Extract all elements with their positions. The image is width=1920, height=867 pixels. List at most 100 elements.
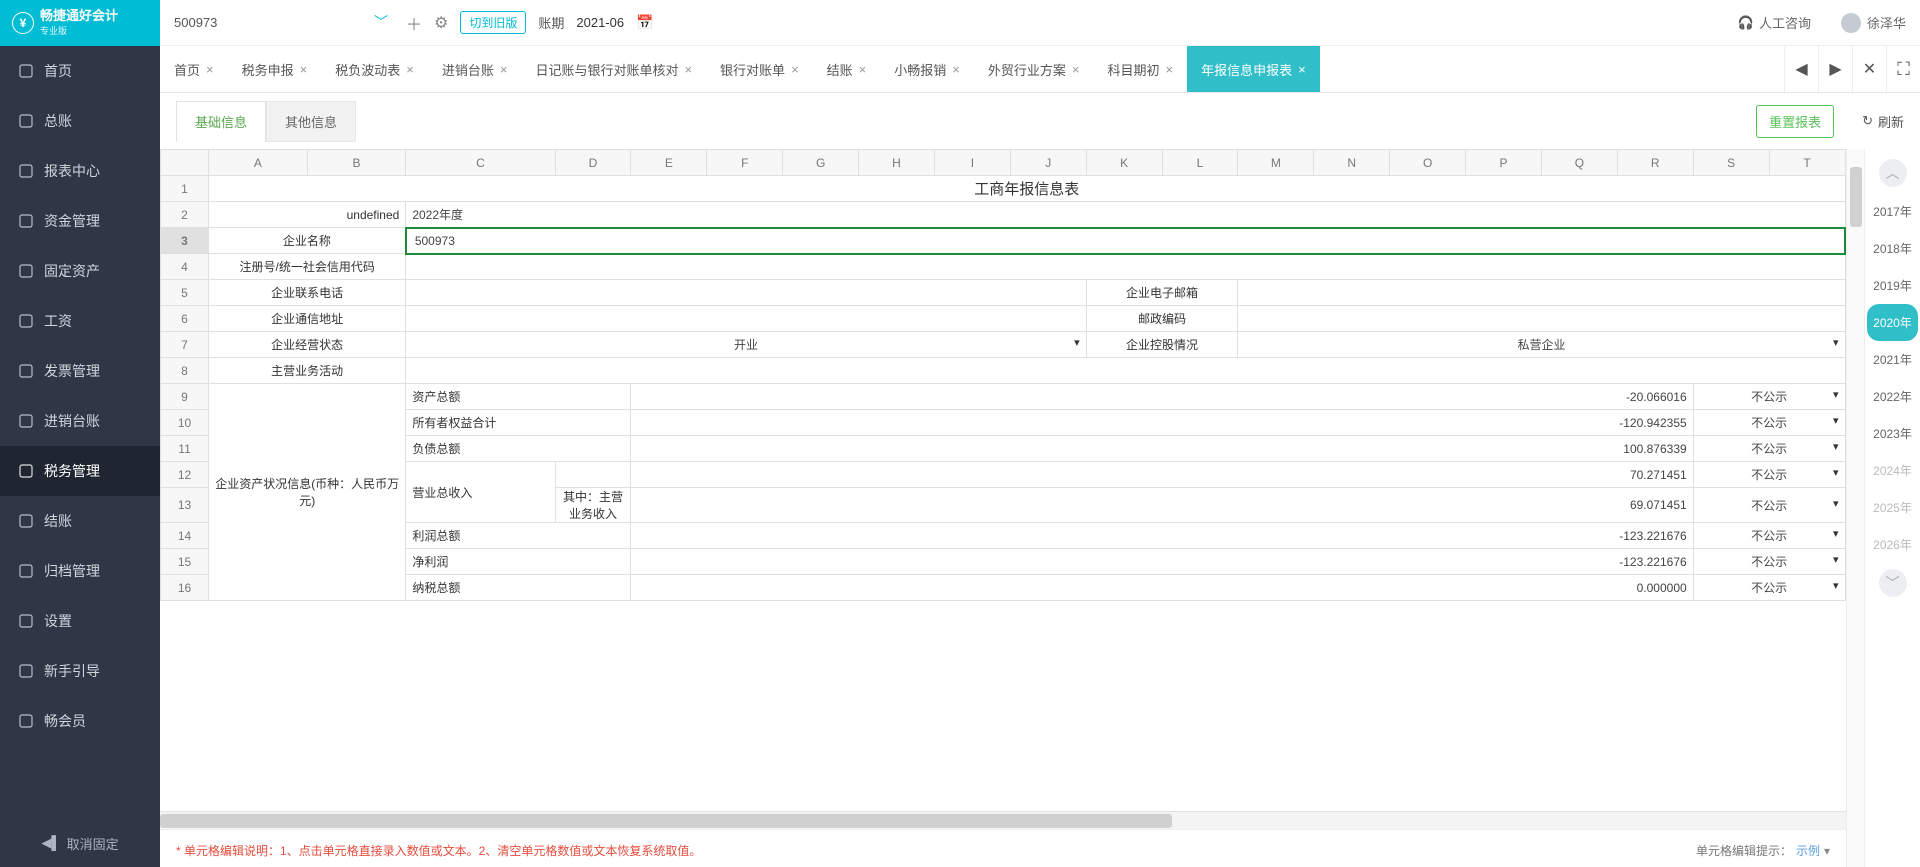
year-2019年[interactable]: 2019年	[1867, 267, 1918, 304]
col-A[interactable]: A	[209, 150, 308, 176]
tabs-next[interactable]: ▶	[1818, 46, 1852, 92]
col-Q[interactable]: Q	[1541, 150, 1617, 176]
year-2018年[interactable]: 2018年	[1867, 230, 1918, 267]
col-I[interactable]: I	[934, 150, 1010, 176]
sidebar-item-close[interactable]: 结账	[0, 496, 160, 546]
sidebar-item-archive[interactable]: 归档管理	[0, 546, 160, 596]
row-3[interactable]: 3	[161, 228, 209, 254]
status-select[interactable]: 开业	[406, 332, 1086, 358]
row-5[interactable]: 5	[161, 280, 209, 306]
row-15[interactable]: 15	[161, 549, 209, 575]
col-S[interactable]: S	[1693, 150, 1769, 176]
corner-cell[interactable]	[161, 150, 209, 176]
subtab-other[interactable]: 其他信息	[266, 101, 356, 142]
support-link[interactable]: 🎧 人工咨询	[1738, 13, 1811, 32]
tab-小畅报销[interactable]: 小畅报销×	[880, 46, 974, 92]
row-4[interactable]: 4	[161, 254, 209, 280]
unpin-button[interactable]: ◀▌ 取消固定	[0, 819, 160, 867]
sidebar-item-ledger[interactable]: 总账	[0, 96, 160, 146]
row-7[interactable]: 7	[161, 332, 209, 358]
company-select[interactable]: 500973 ﹀	[174, 12, 394, 33]
row-11[interactable]: 11	[161, 436, 209, 462]
tab-close[interactable]: ×	[300, 62, 308, 77]
sidebar-item-guide[interactable]: 新手引导	[0, 646, 160, 696]
col-P[interactable]: P	[1466, 150, 1542, 176]
col-R[interactable]: R	[1617, 150, 1693, 176]
row-10[interactable]: 10	[161, 410, 209, 436]
sidebar-item-psi[interactable]: 进销台账	[0, 396, 160, 446]
tab-银行对账单[interactable]: 银行对账单×	[706, 46, 813, 92]
sidebar-item-setting[interactable]: 设置	[0, 596, 160, 646]
sidebar-item-salary[interactable]: 工资	[0, 296, 160, 346]
subtab-basic[interactable]: 基础信息	[176, 101, 266, 142]
tab-外贸行业方案[interactable]: 外贸行业方案×	[974, 46, 1094, 92]
tab-税负波动表[interactable]: 税负波动表×	[321, 46, 428, 92]
year-2021年[interactable]: 2021年	[1867, 341, 1918, 378]
year-2026年[interactable]: 2026年	[1867, 526, 1918, 563]
example-link[interactable]: 示例	[1796, 842, 1820, 859]
gear-icon[interactable]: ⚙	[434, 13, 448, 33]
row-13[interactable]: 13	[161, 488, 209, 523]
tabs-prev[interactable]: ◀	[1784, 46, 1818, 92]
holding-select[interactable]: 私营企业	[1238, 332, 1845, 358]
year-2024年[interactable]: 2024年	[1867, 452, 1918, 489]
sidebar-item-tax[interactable]: 税务管理	[0, 446, 160, 496]
tab-进销台账[interactable]: 进销台账×	[428, 46, 522, 92]
sidebar-item-vip[interactable]: 畅会员	[0, 696, 160, 746]
sidebar-item-asset[interactable]: 固定资产	[0, 246, 160, 296]
fullscreen-icon[interactable]: ⛶	[1886, 46, 1920, 92]
col-H[interactable]: H	[859, 150, 935, 176]
tab-close[interactable]: ×	[1166, 62, 1174, 77]
year-2017年[interactable]: 2017年	[1867, 193, 1918, 230]
tab-科目期初[interactable]: 科目期初×	[1093, 46, 1187, 92]
row-14[interactable]: 14	[161, 523, 209, 549]
tab-首页[interactable]: 首页×	[160, 46, 228, 92]
h-scrollbar[interactable]	[160, 811, 1846, 829]
col-B[interactable]: B	[307, 150, 406, 176]
regen-button[interactable]: 重置报表	[1756, 105, 1834, 138]
tab-close[interactable]: ×	[684, 62, 692, 77]
sidebar-item-home[interactable]: 首页	[0, 46, 160, 96]
sidebar-item-report[interactable]: 报表中心	[0, 146, 160, 196]
col-G[interactable]: G	[783, 150, 859, 176]
col-E[interactable]: E	[631, 150, 707, 176]
example-dropdown-icon[interactable]: ▾	[1824, 844, 1830, 858]
sidebar-item-invoice[interactable]: 发票管理	[0, 346, 160, 396]
company-name-cell[interactable]: 500973	[406, 228, 1845, 254]
row-2[interactable]: 2	[161, 202, 209, 228]
year-next[interactable]: ﹀	[1879, 569, 1907, 597]
tab-close[interactable]: ×	[791, 62, 799, 77]
old-version-button[interactable]: 切到旧版	[460, 11, 526, 34]
sidebar-item-fund[interactable]: 资金管理	[0, 196, 160, 246]
row-16[interactable]: 16	[161, 575, 209, 601]
col-F[interactable]: F	[707, 150, 783, 176]
year-2023年[interactable]: 2023年	[1867, 415, 1918, 452]
tab-close[interactable]: ×	[406, 62, 414, 77]
tab-日记账与银行对账单核对[interactable]: 日记账与银行对账单核对×	[521, 46, 706, 92]
row-9[interactable]: 9	[161, 384, 209, 410]
col-K[interactable]: K	[1086, 150, 1162, 176]
spreadsheet[interactable]: ABCDEFGHIJKLMNOPQRST1工商年报信息表2undefined20…	[160, 149, 1846, 811]
user-menu[interactable]: 徐泽华	[1841, 13, 1906, 33]
add-icon[interactable]: ＋	[406, 11, 422, 35]
tab-税务申报[interactable]: 税务申报×	[228, 46, 322, 92]
year-2022年[interactable]: 2022年	[1867, 378, 1918, 415]
tabs-close-all[interactable]: ✕	[1852, 46, 1886, 92]
row-8[interactable]: 8	[161, 358, 209, 384]
row-1[interactable]: 1	[161, 176, 209, 202]
year-prev[interactable]: ︿	[1879, 159, 1907, 187]
year-2020年[interactable]: 2020年	[1867, 304, 1918, 341]
year-2025年[interactable]: 2025年	[1867, 489, 1918, 526]
col-C[interactable]: C	[406, 150, 555, 176]
tab-close[interactable]: ×	[500, 62, 508, 77]
v-scrollbar[interactable]	[1846, 149, 1864, 867]
col-N[interactable]: N	[1314, 150, 1390, 176]
col-T[interactable]: T	[1769, 150, 1845, 176]
col-L[interactable]: L	[1162, 150, 1238, 176]
tab-close[interactable]: ×	[859, 62, 867, 77]
col-M[interactable]: M	[1238, 150, 1314, 176]
col-O[interactable]: O	[1390, 150, 1466, 176]
tab-close[interactable]: ×	[952, 62, 960, 77]
tab-年报信息申报表[interactable]: 年报信息申报表×	[1187, 46, 1320, 92]
tab-close[interactable]: ×	[206, 62, 214, 77]
